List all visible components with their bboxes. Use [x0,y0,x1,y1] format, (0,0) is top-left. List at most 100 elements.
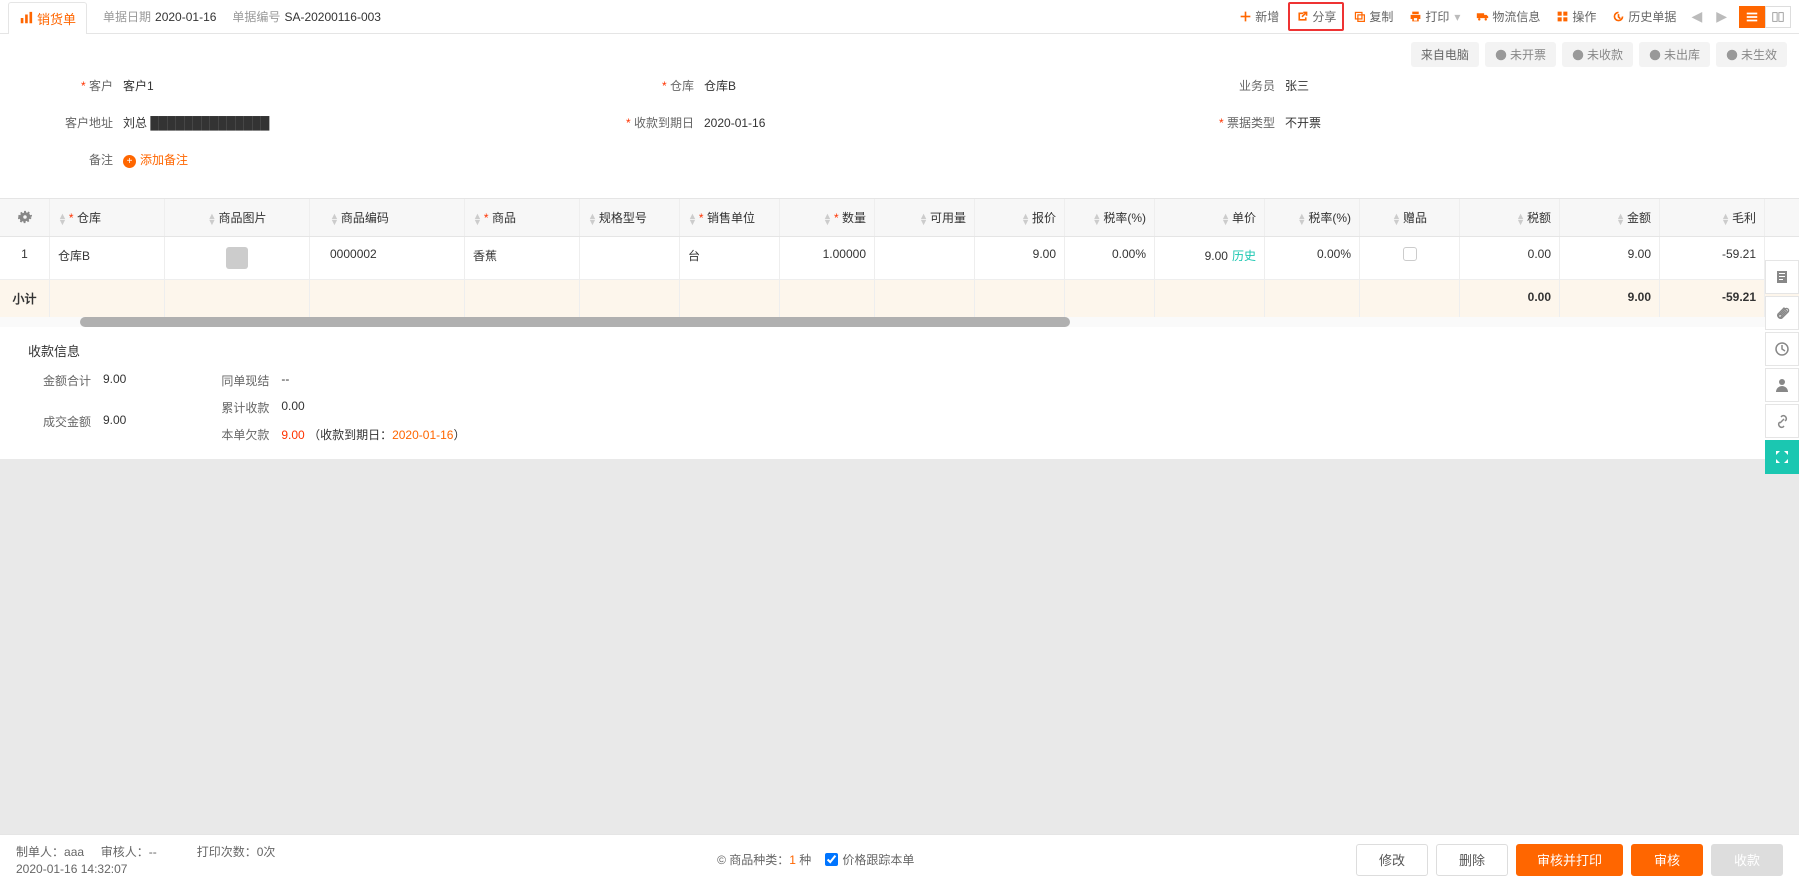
th-tax[interactable]: 税额 [1460,199,1560,236]
value-address[interactable]: 刘总 ██████████████ [123,114,609,131]
link-icon [1774,413,1790,429]
th-amount[interactable]: 金额 [1560,199,1660,236]
expand-icon [1774,449,1790,465]
attachment-icon [1774,305,1790,321]
th-gross[interactable]: 毛利 [1660,199,1765,236]
value-total: 9.00 [103,372,126,403]
gift-checkbox[interactable] [1403,247,1417,261]
h-scrollbar[interactable] [0,317,1799,327]
cell-warehouse[interactable]: 仓库B [50,237,165,279]
share-icon [1296,10,1309,23]
badge-outbound[interactable]: 未出库 [1639,42,1710,67]
note-icon [1774,269,1790,285]
th-product[interactable]: 商品 [465,199,580,236]
th-warehouse[interactable]: 仓库 [50,199,165,236]
th-code[interactable]: 商品编码 [310,199,465,236]
th-rate2[interactable]: 税率(%) [1265,199,1360,236]
toolbar-operations[interactable]: 操作 [1549,3,1603,30]
th-qty[interactable]: 数量 [780,199,875,236]
print-icon [1409,10,1422,23]
scrollbar-thumb[interactable] [80,317,1070,327]
rail-note[interactable] [1765,260,1799,294]
th-unit[interactable]: 销售单位 [680,199,780,236]
value-accumulated: 0.00 [281,399,465,416]
price-follow-input[interactable] [825,853,838,866]
toolbar-history[interactable]: 历史单据 [1605,3,1683,30]
modify-button[interactable]: 修改 [1356,844,1428,876]
th-rate1[interactable]: 税率(%) [1065,199,1155,236]
cell-avail [875,237,975,279]
audit-button[interactable]: 审核 [1631,844,1703,876]
cell-code[interactable]: 0000002 [310,237,465,279]
th-spec[interactable]: 规格型号 [580,199,680,236]
cell-price[interactable]: 9.00历史 [1155,237,1265,279]
rail-attach[interactable] [1765,296,1799,330]
add-remark-link[interactable]: 添加备注 [123,151,609,168]
view-list[interactable] [1739,6,1765,28]
footer-time: 2020-01-16 14:32:07 [16,862,275,876]
clock-icon [1774,341,1790,357]
th-price[interactable]: 单价 [1155,199,1265,236]
next-doc[interactable]: ▶ [1710,8,1733,25]
collect-button: 收款 [1711,844,1783,876]
view-card[interactable] [1765,6,1791,28]
info-icon [1726,49,1738,61]
subtotal-label: 小计 [0,280,50,317]
value-owed: 9.00 （收款到期日：2020-01-16） [281,426,465,443]
cell-rate2[interactable]: 0.00% [1265,237,1360,279]
prev-doc[interactable]: ◀ [1685,8,1708,25]
table-row[interactable]: 1 仓库B 0000002 香蕉 台 1.00000 9.00 0.00% 9.… [0,237,1799,280]
cell-quote[interactable]: 9.00 [975,237,1065,279]
value-invoice-type[interactable]: 不开票 [1285,114,1771,131]
rail-link[interactable] [1765,404,1799,438]
delete-button[interactable]: 删除 [1436,844,1508,876]
table-header: 仓库 商品图片 商品编码 商品 规格型号 销售单位 数量 可用量 报价 税率(%… [0,198,1799,237]
rail-expand[interactable] [1765,440,1799,474]
toolbar-share[interactable]: 分享 [1288,2,1344,31]
cell-unit[interactable]: 台 [680,237,780,279]
toolbar-logistics[interactable]: 物流信息 [1469,3,1547,30]
label-invoice-type: 票据类型 [1190,114,1285,131]
th-image[interactable]: 商品图片 [165,199,310,236]
doc-type-label: 销货单 [37,9,76,28]
image-placeholder-icon [226,247,248,269]
value-due-date[interactable]: 2020-01-16 [704,116,1190,130]
cell-amount: 9.00 [1560,237,1660,279]
rail-time[interactable] [1765,332,1799,366]
price-follow-checkbox[interactable]: 价格跟踪本单 [825,851,914,868]
doc-type-tab[interactable]: 销货单 [8,2,87,34]
cell-rate1[interactable]: 0.00% [1065,237,1155,279]
product-kind-count: © 商品种类：1 种 [717,851,811,868]
cell-spec[interactable] [580,237,680,279]
label-accumulated: 累计收款 [206,399,281,416]
label-remark: 备注 [28,151,123,168]
value-customer[interactable]: 客户1 [123,77,609,94]
truck-icon [1476,10,1489,23]
th-gear[interactable] [0,199,50,236]
th-quote[interactable]: 报价 [975,199,1065,236]
toolbar-copy[interactable]: 复制 [1346,3,1400,30]
audit-print-button[interactable]: 审核并打印 [1516,844,1623,876]
badge-payment[interactable]: 未收款 [1562,42,1633,67]
doc-form: 客户客户1 仓库仓库B 业务员张三 客户地址刘总 ██████████████ … [0,77,1799,198]
badge-effective[interactable]: 未生效 [1716,42,1787,67]
footer-actions: 修改 删除 审核并打印 审核 收款 [1356,844,1783,876]
subtotal-tax: 0.00 [1460,280,1560,317]
th-avail[interactable]: 可用量 [875,199,975,236]
value-warehouse[interactable]: 仓库B [704,77,1190,94]
cell-image[interactable] [165,237,310,279]
price-history-link[interactable]: 历史 [1232,249,1256,263]
toolbar-print[interactable]: 打印▾ [1402,3,1467,30]
subtotal-amount: 9.00 [1560,280,1660,317]
side-rail [1765,260,1799,474]
cell-qty[interactable]: 1.00000 [780,237,875,279]
toolbar-add[interactable]: 新增 [1232,3,1286,30]
label-address: 客户地址 [28,114,123,131]
label-total: 金额合计 [28,372,103,403]
cell-product[interactable]: 香蕉 [465,237,580,279]
th-gift[interactable]: 赠品 [1360,199,1460,236]
value-salesman[interactable]: 张三 [1285,77,1771,94]
cell-gift[interactable] [1360,237,1460,279]
rail-user[interactable] [1765,368,1799,402]
badge-invoice[interactable]: 未开票 [1485,42,1556,67]
